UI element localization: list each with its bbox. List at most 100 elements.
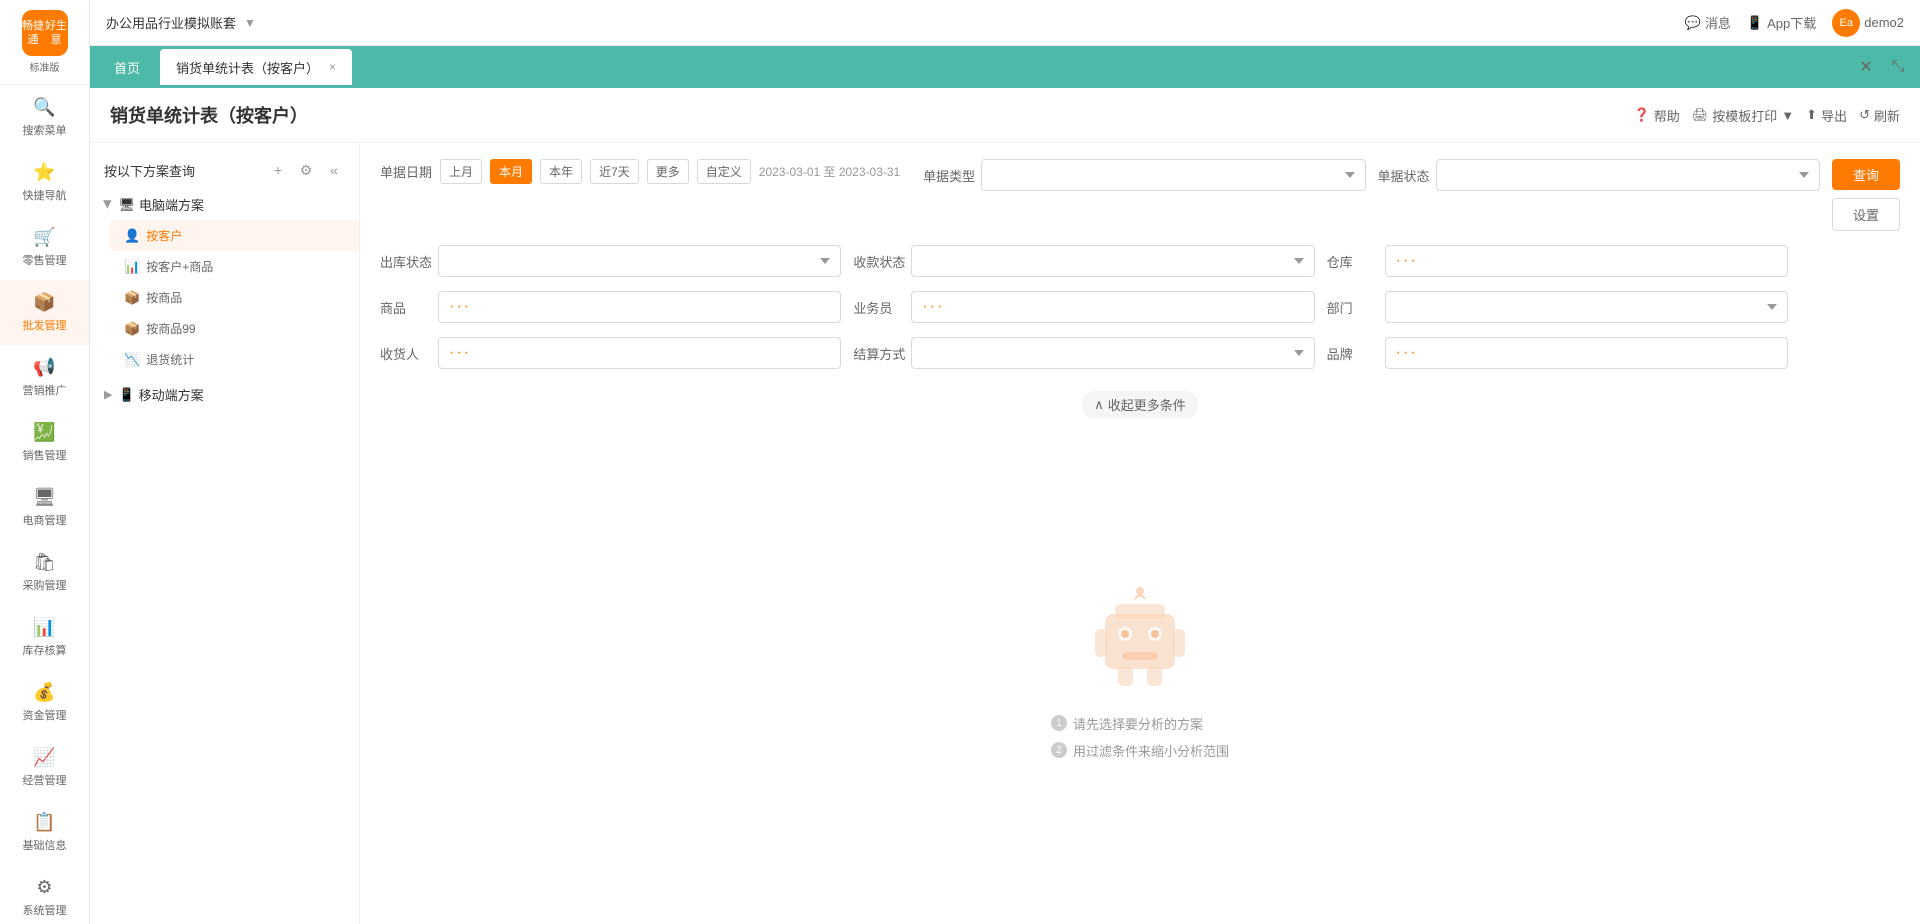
query-button[interactable]: 查询 [1832,159,1900,190]
tabbar-actions: ✕ ⤡ [1852,53,1912,81]
export-icon: ⬆ [1806,107,1817,123]
tab-active[interactable]: 销货单统计表（按客户） × [160,49,352,85]
receipt-status-select[interactable] [911,245,1314,277]
plan-item-return[interactable]: 📉 退货统计 [110,344,359,375]
sidebar-item-marketing[interactable]: 📢 营销推广 [0,345,89,410]
sidebar: 畅捷通 好生意 标准版 🔍 搜索菜单 ⭐ 快捷导航 🛒 零售管理 📦 批发管理 … [0,0,90,924]
sidebar-item-ecommerce[interactable]: 🖥 电商管理 [0,475,89,540]
empty-tips: 1 请先选择要分析的方案 2 用过滤条件来缩小分析范围 [1051,714,1229,760]
mobile-plan-group: ▶ 📱 移动端方案 [90,379,359,410]
plan-item-product99[interactable]: 📦 按商品99 [110,313,359,344]
dept-label: 部门 [1327,298,1377,317]
order-type-select[interactable] [981,159,1366,191]
date-range-display: 2023-03-01 至 2023-03-31 [759,163,900,180]
customer-product-icon: 📊 [124,259,140,275]
page-header: 销货单统计表（按客户） ❓ 帮助 🖨 按模板打印 ▼ ⬆ 导出 ↺ 刷新 [90,88,1920,143]
left-panel: 按以下方案查询 + ⚙ « ▶ 🖥 电脑端方案 [90,143,360,924]
product-dots-icon: ··· [449,298,471,316]
add-plan-button[interactable]: + [267,159,289,181]
sidebar-item-label: 采购管理 [23,577,67,593]
expand-tab-button[interactable]: ⤡ [1884,53,1912,81]
out-status-select[interactable] [438,245,841,277]
topbar-dropdown-icon[interactable]: ▼ [244,16,256,30]
print-icon: 🖨 [1692,107,1709,123]
refresh-button[interactable]: ↺ 刷新 [1859,106,1900,125]
sidebar-item-label: 经营管理 [23,772,67,788]
sidebar-item-operation[interactable]: 📈 经营管理 [0,735,89,800]
tab-close-button[interactable]: × [329,60,336,74]
collapse-panel-button[interactable]: « [323,159,345,181]
inventory-icon: 📊 [33,617,55,638]
sidebar-item-label: 基础信息 [23,837,67,853]
brand-field[interactable]: ··· [1385,337,1788,369]
sidebar-item-label: 零售管理 [23,252,67,268]
dept-select[interactable] [1385,291,1788,323]
date-label: 单据日期 [380,162,432,181]
topbar-title: 办公用品行业模拟账套 [106,13,236,32]
bag-icon: 🛍 [33,552,56,573]
warehouse-label: 仓库 [1327,252,1377,271]
help-button[interactable]: ❓ 帮助 [1634,106,1680,125]
date-custom-btn[interactable]: 自定义 [697,159,751,184]
star-icon: ⭐ [33,162,55,183]
sidebar-item-wholesale[interactable]: 📦 批发管理 [0,280,89,345]
sidebar-item-finance[interactable]: 💰 资金管理 [0,670,89,735]
user-profile[interactable]: Ea demo2 [1832,9,1904,37]
close-tab-button[interactable]: ✕ [1852,53,1880,81]
logo: 畅捷通 好生意 标准版 [0,0,89,85]
collapse-up-icon: ∧ [1094,397,1104,413]
date-7days-btn[interactable]: 近7天 [590,159,639,184]
sidebar-item-label: 销售管理 [23,447,67,463]
brand-dots-icon: ··· [1396,344,1418,362]
left-panel-title: 按以下方案查询 [104,161,195,180]
tip-text-2: 用过滤条件来缩小分析范围 [1073,741,1229,760]
sidebar-item-system[interactable]: ⚙ 系统管理 [0,865,89,924]
tip-text-1: 请先选择要分析的方案 [1073,714,1203,733]
message-button[interactable]: 💬 消息 [1685,13,1731,32]
plan-item-label: 按商品99 [146,320,195,337]
sidebar-item-purchase[interactable]: 🛍 采购管理 [0,540,89,605]
plan-item-label: 按客户+商品 [146,258,213,275]
left-panel-actions: + ⚙ « [267,159,345,181]
settings-button[interactable]: 设置 [1832,198,1900,231]
date-last-month-btn[interactable]: 上月 [440,159,482,184]
sidebar-item-search[interactable]: 🔍 搜索菜单 [0,85,89,150]
app-download-button[interactable]: 📱 App下载 [1747,13,1816,32]
topbar-left: 办公用品行业模拟账套 ▼ [106,13,256,32]
tabbar: 首页 销货单统计表（按客户） × ✕ ⤡ [90,46,1920,88]
desktop-group-header[interactable]: ▶ 🖥 电脑端方案 [90,189,359,220]
avatar: Ea [1832,9,1860,37]
date-this-month-btn[interactable]: 本月 [490,159,532,184]
tab-home[interactable]: 首页 [98,49,156,85]
payment-label: 结算方式 [853,344,903,363]
order-status-select[interactable] [1436,159,1821,191]
main-area: 办公用品行业模拟账套 ▼ 💬 消息 📱 App下载 Ea demo2 首页 销货… [90,0,1920,924]
plan-item-customer-product[interactable]: 📊 按客户+商品 [110,251,359,282]
plan-item-label: 退货统计 [146,351,194,368]
export-button[interactable]: ⬆ 导出 [1806,106,1847,125]
receiver-field[interactable]: ··· [438,337,841,369]
box-icon: 📦 [33,292,55,313]
plan-item-customer[interactable]: 👤 按客户 [110,220,359,251]
product-icon: 📦 [124,290,140,306]
mobile-group-header[interactable]: ▶ 📱 移动端方案 [90,379,359,410]
customer-icon: 👤 [124,228,140,244]
warehouse-field[interactable]: ··· [1385,245,1788,277]
desktop-plan-items: 👤 按客户 📊 按客户+商品 📦 按商品 📦 [90,220,359,375]
sidebar-item-retail[interactable]: 🛒 零售管理 [0,215,89,280]
order-type-label: 单据类型 [923,166,973,185]
salesperson-field[interactable]: ··· [911,291,1314,323]
sidebar-item-sales[interactable]: 💹 销售管理 [0,410,89,475]
date-more-btn[interactable]: 更多 [647,159,689,184]
product-field[interactable]: ··· [438,291,841,323]
sidebar-item-base[interactable]: 📋 基础信息 [0,800,89,865]
date-this-year-btn[interactable]: 本年 [540,159,582,184]
print-button[interactable]: 🖨 按模板打印 ▼ [1692,106,1794,125]
sidebar-item-inventory[interactable]: 📊 库存核算 [0,605,89,670]
settings-plan-button[interactable]: ⚙ [295,159,317,181]
collapse-button[interactable]: ∧ 收起更多条件 [1082,391,1198,418]
sidebar-item-nav[interactable]: ⭐ 快捷导航 [0,150,89,215]
payment-select[interactable] [911,337,1314,369]
product-label: 商品 [380,298,430,317]
plan-item-product[interactable]: 📦 按商品 [110,282,359,313]
